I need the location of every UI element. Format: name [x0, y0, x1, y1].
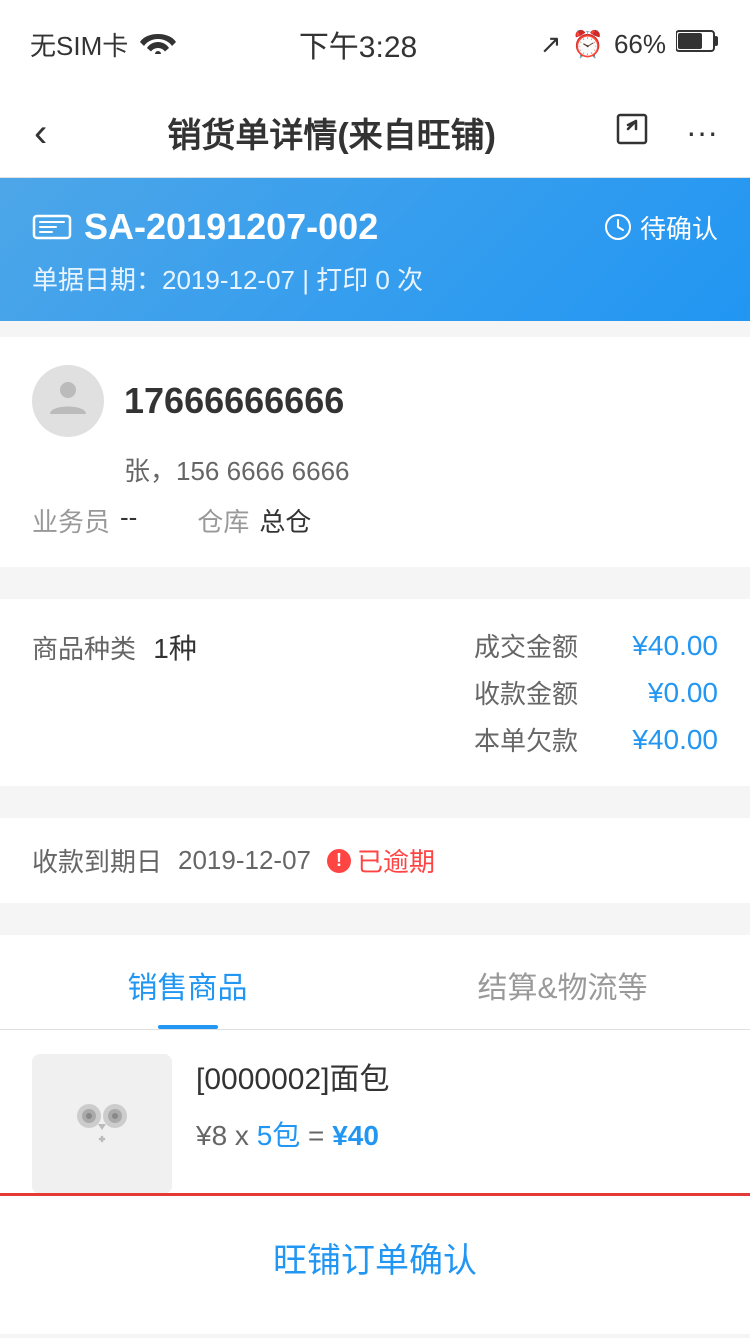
collection-row: 收款金额 ¥0.00: [474, 674, 718, 711]
no-sim-text: 无SIM卡: [30, 26, 128, 63]
tabs-header: 销售商品 结算&物流等: [0, 935, 750, 1030]
divider-1: [0, 567, 750, 583]
warehouse-value: 总仓: [259, 502, 311, 539]
total-text: ¥40: [332, 1120, 379, 1151]
share-icon[interactable]: [606, 103, 658, 163]
user-icon: [46, 374, 90, 428]
collection-value: ¥0.00: [598, 677, 718, 709]
order-status: 待确认: [604, 209, 718, 246]
customer-meta: 业务员 -- 仓库 总仓: [32, 502, 718, 539]
order-id: SA-20191207-002: [32, 206, 378, 248]
back-button[interactable]: ‹: [24, 103, 57, 163]
transaction-label: 成交金额: [474, 627, 578, 664]
product-calc: ¥8 x 5包 = ¥40: [196, 1114, 718, 1154]
stats-section: 商品种类 1种 成交金额 ¥40.00 收款金额 ¥0.00 本单欠款 ¥40.…: [0, 599, 750, 786]
balance-label: 本单欠款: [474, 721, 578, 758]
brand-logo: [67, 1091, 137, 1158]
product-item: [0000002]面包 ¥8 x 5包 = ¥40: [32, 1054, 718, 1194]
confirm-order-button[interactable]: 旺铺订单确认: [32, 1212, 718, 1302]
tab-sales-products[interactable]: 销售商品: [0, 935, 375, 1029]
order-date: 单据日期：2019-12-07 | 打印 0 次: [32, 260, 718, 297]
overdue-badge: ! 已逾期: [327, 842, 435, 879]
customer-name: 张，156 6666 6666: [124, 451, 718, 488]
status-time: 下午3:28: [299, 22, 417, 66]
order-header-banner: SA-20191207-002 待确认 单据日期：2019-12-07 | 打印…: [0, 178, 750, 321]
battery-text: 66%: [614, 29, 666, 60]
warehouse-label: 仓库: [197, 502, 249, 539]
product-section: [0000002]面包 ¥8 x 5包 = ¥40: [0, 1030, 750, 1218]
price-text: ¥8 x: [196, 1120, 257, 1151]
balance-row: 本单欠款 ¥40.00: [474, 721, 718, 758]
divider-3: [0, 903, 750, 919]
nav-bar: ‹ 销货单详情(来自旺铺) ···: [0, 88, 750, 178]
page-title: 销货单详情(来自旺铺): [57, 108, 606, 157]
alarm-icon: ⏰: [572, 29, 604, 60]
product-name: [0000002]面包: [196, 1054, 718, 1098]
product-types-value: 1种: [153, 633, 197, 664]
sales-person-value: --: [120, 502, 137, 539]
wifi-icon: [140, 28, 176, 61]
more-icon[interactable]: ···: [678, 106, 726, 159]
tab-settlement-logistics[interactable]: 结算&物流等: [375, 935, 750, 1029]
collection-label: 收款金额: [474, 674, 578, 711]
status-right: ↗ ⏰ 66%: [540, 29, 720, 60]
product-types-stat: 商品种类 1种: [32, 627, 474, 667]
balance-value: ¥40.00: [598, 724, 718, 756]
bottom-bar: 旺铺订单确认: [0, 1193, 750, 1334]
status-bar: 无SIM卡 下午3:28 ↗ ⏰ 66%: [0, 0, 750, 88]
location-icon: ↗: [540, 29, 562, 60]
due-date-value: 2019-12-07: [178, 845, 311, 876]
warehouse: 仓库 总仓: [197, 502, 311, 539]
quantity-text: 5包: [257, 1120, 301, 1151]
nav-actions: ···: [606, 103, 726, 163]
tabs-section: 销售商品 结算&物流等: [0, 935, 750, 1218]
due-date-section: 收款到期日 2019-12-07 ! 已逾期: [0, 818, 750, 903]
product-types-label: 商品种类: [32, 634, 136, 664]
transaction-row: 成交金额 ¥40.00: [474, 627, 718, 664]
overdue-icon: !: [327, 849, 351, 873]
customer-phone: 17666666666: [124, 380, 344, 422]
product-thumbnail: [32, 1054, 172, 1194]
equals-text: =: [300, 1120, 332, 1151]
battery-icon: [676, 29, 720, 60]
customer-section: 17666666666 张，156 6666 6666 业务员 -- 仓库 总仓: [0, 337, 750, 567]
overdue-label: 已逾期: [357, 842, 435, 879]
amount-stats: 成交金额 ¥40.00 收款金额 ¥0.00 本单欠款 ¥40.00: [474, 627, 718, 758]
avatar: [32, 365, 104, 437]
due-date-label: 收款到期日: [32, 842, 162, 879]
sales-person: 业务员 --: [32, 502, 137, 539]
sales-person-label: 业务员: [32, 502, 110, 539]
transaction-value: ¥40.00: [598, 630, 718, 662]
divider-2: [0, 786, 750, 802]
status-left: 无SIM卡: [30, 26, 176, 63]
brand-eyes-icon: [67, 1091, 137, 1158]
product-info: [0000002]面包 ¥8 x 5包 = ¥40: [196, 1054, 718, 1154]
